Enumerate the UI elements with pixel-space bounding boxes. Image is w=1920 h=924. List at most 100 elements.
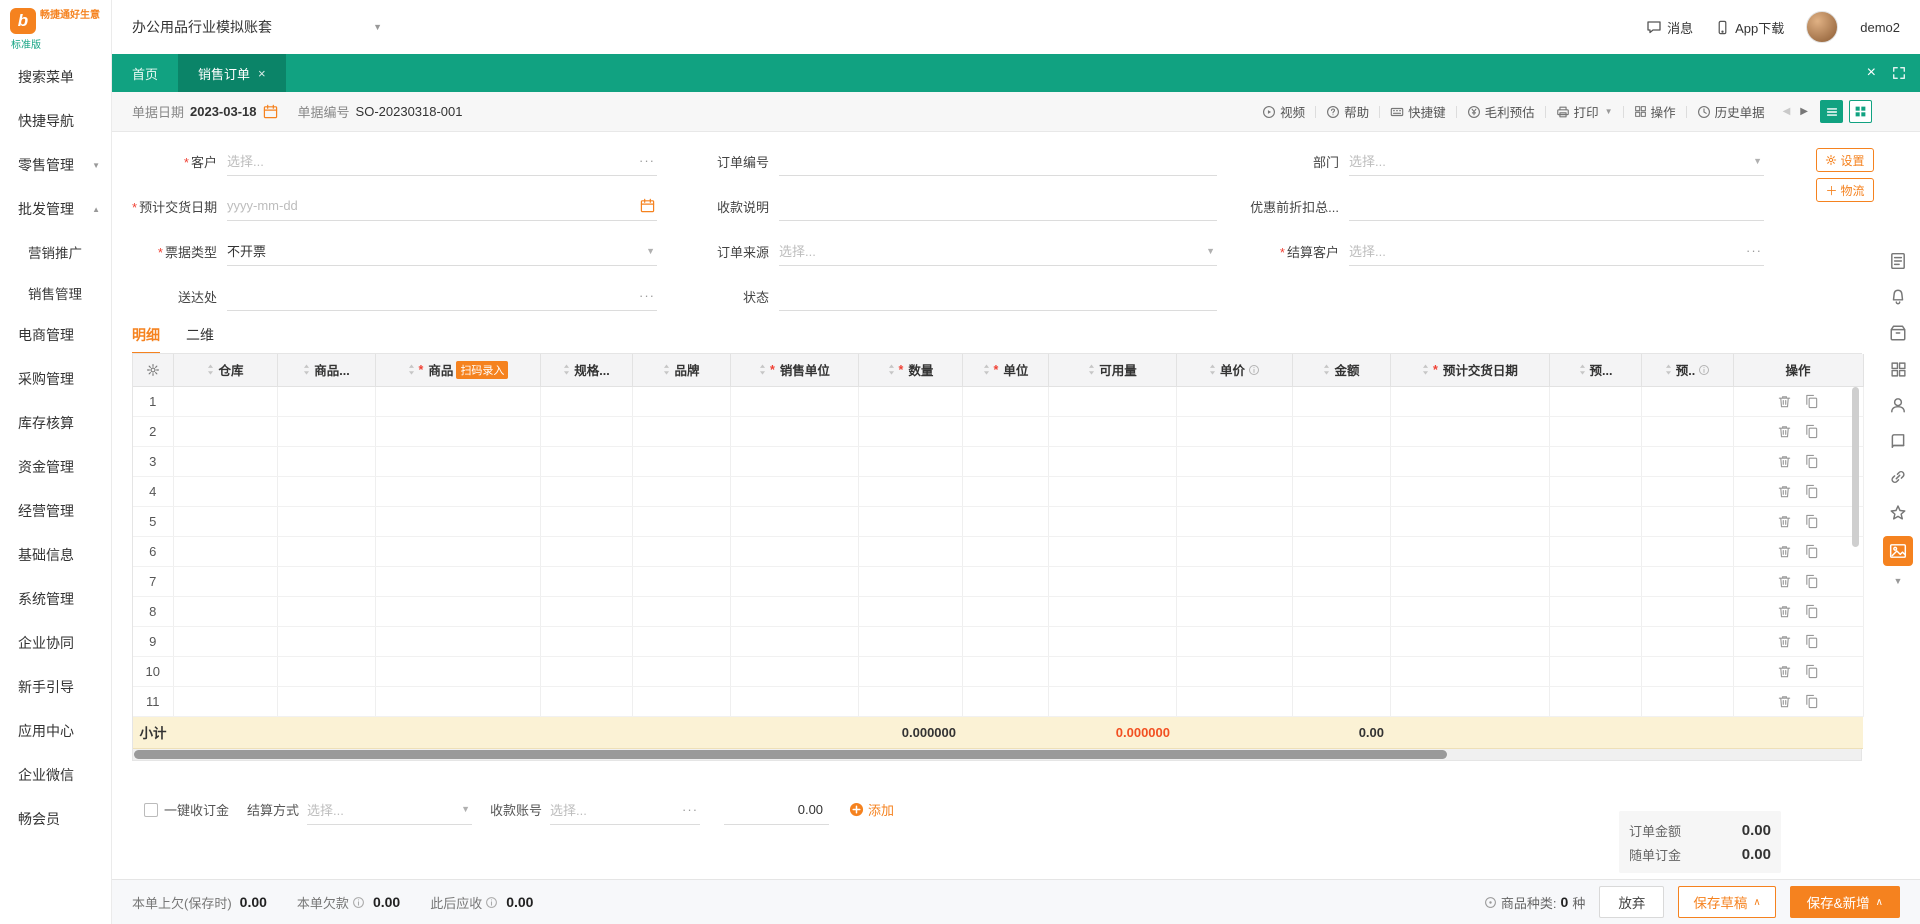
chevron-down-icon[interactable]: ▼ [1753,156,1762,166]
sidebar-item-app-center[interactable]: 应用中心 [0,709,111,753]
cell-amount-r6[interactable] [1292,536,1391,567]
cell-product-r10[interactable] [375,656,541,687]
cell-available-r7[interactable] [1048,566,1177,597]
messages-button[interactable]: 消息 [1646,18,1693,37]
grid-horizontal-scrollbar[interactable] [132,748,1862,761]
sidebar-item-inventory[interactable]: 库存核算 [0,401,111,445]
calendar-icon[interactable] [263,104,278,119]
scroll-right-icon[interactable]: ▶ [1800,106,1808,117]
cell-pre1-r6[interactable] [1549,536,1642,567]
delete-row-icon[interactable] [1777,634,1792,649]
sidebar-item-guide[interactable]: 新手引导 [0,665,111,709]
cell-delivery-date-r9[interactable] [1390,626,1550,657]
cell-price-r1[interactable] [1176,386,1293,417]
chevron-down-icon[interactable]: ▼ [1206,246,1215,256]
logistics-button[interactable]: ＋ 物流 [1816,178,1874,202]
sidebar-item-operation[interactable]: 经营管理 [0,489,111,533]
cell-unit-r3[interactable] [962,446,1049,477]
cell-sales-unit-r11[interactable] [730,686,859,717]
cell-warehouse-r2[interactable] [173,416,278,447]
cell-pre1-r1[interactable] [1549,386,1642,417]
col-header-pre1[interactable]: 预... [1549,354,1642,387]
cell-pre1-r10[interactable] [1549,656,1642,687]
cell-available-r1[interactable] [1048,386,1177,417]
cell-spec-r4[interactable] [540,476,633,507]
col-header-product[interactable]: * 商品 扫码录入 [375,354,541,387]
cell-qty-r8[interactable] [858,596,963,627]
cell-product-r1[interactable] [375,386,541,417]
hscroll-thumb[interactable] [134,749,1448,759]
cell-available-r9[interactable] [1048,626,1177,657]
grid-vertical-scrollbar[interactable] [1851,387,1860,715]
delete-row-icon[interactable] [1777,394,1792,409]
cell-unit-r10[interactable] [962,656,1049,687]
user-avatar[interactable] [1806,11,1839,43]
cell-product-r6[interactable] [375,536,541,567]
cell-spec-r2[interactable] [540,416,633,447]
cell-unit-r9[interactable] [962,626,1049,657]
sidebar-item-quick-nav[interactable]: 快捷导航 [0,99,111,143]
sidebar-item-funds[interactable]: 资金管理 [0,445,111,489]
sidebar-item-sales[interactable]: 销售管理 [0,272,111,313]
cell-available-r8[interactable] [1048,596,1177,627]
cell-amount-r3[interactable] [1292,446,1391,477]
delete-row-icon[interactable] [1777,424,1792,439]
sort-icon[interactable] [1578,363,1587,376]
list-view-toggle[interactable] [1820,100,1843,123]
cell-price-r2[interactable] [1176,416,1293,447]
cell-product-code-r5[interactable] [277,506,376,537]
tab-close-icon[interactable]: × [258,66,266,81]
cell-available-r4[interactable] [1048,476,1177,507]
sidebar-item-purchase[interactable]: 采购管理 [0,357,111,401]
customer-input[interactable]: 选择... ··· [227,146,657,176]
cell-brand-r2[interactable] [632,416,731,447]
cell-product-code-r11[interactable] [277,686,376,717]
col-header-product-code[interactable]: 商品... [277,354,376,387]
dock-link-icon[interactable] [1885,464,1911,490]
cell-price-r6[interactable] [1176,536,1293,567]
sort-icon[interactable] [1664,363,1673,376]
cell-unit-r1[interactable] [962,386,1049,417]
cell-product-code-r3[interactable] [277,446,376,477]
cell-product-code-r6[interactable] [277,536,376,567]
delivery-date-input[interactable]: yyyy-mm-dd [227,191,657,221]
cell-sales-unit-r7[interactable] [730,566,859,597]
cell-warehouse-r1[interactable] [173,386,278,417]
department-select[interactable]: 选择... ▼ [1349,146,1764,176]
cell-spec-r5[interactable] [540,506,633,537]
cell-pre2-r11[interactable] [1641,686,1734,717]
sidebar-item-marketing[interactable]: 营销推广 [0,231,111,272]
cell-pre2-r3[interactable] [1641,446,1734,477]
cell-warehouse-r11[interactable] [173,686,278,717]
cell-product-code-r8[interactable] [277,596,376,627]
sort-icon[interactable] [302,363,311,376]
cell-warehouse-r6[interactable] [173,536,278,567]
cell-brand-r3[interactable] [632,446,731,477]
cell-amount-r7[interactable] [1292,566,1391,597]
cell-spec-r11[interactable] [540,686,633,717]
sort-icon[interactable] [1087,363,1096,376]
cell-delivery-date-r6[interactable] [1390,536,1550,567]
settle-customer-input[interactable]: 选择... ··· [1349,236,1764,266]
cell-qty-r2[interactable] [858,416,963,447]
copy-row-icon[interactable] [1804,664,1819,679]
cell-delivery-date-r8[interactable] [1390,596,1550,627]
cell-price-r11[interactable] [1176,686,1293,717]
cell-product-code-r9[interactable] [277,626,376,657]
copy-row-icon[interactable] [1804,424,1819,439]
calendar-icon[interactable] [640,198,655,213]
sort-icon[interactable] [1322,363,1331,376]
cell-product-code-r4[interactable] [277,476,376,507]
cell-spec-r3[interactable] [540,446,633,477]
cell-spec-r8[interactable] [540,596,633,627]
cancel-button[interactable]: 放弃 [1599,886,1665,918]
copy-row-icon[interactable] [1804,544,1819,559]
cell-qty-r7[interactable] [858,566,963,597]
deposit-amount-input[interactable]: 0.00 [724,795,830,825]
col-header-spec[interactable]: 规格... [540,354,633,387]
cell-available-r3[interactable] [1048,446,1177,477]
cell-qty-r3[interactable] [858,446,963,477]
cell-warehouse-r5[interactable] [173,506,278,537]
cell-price-r10[interactable] [1176,656,1293,687]
cell-product-code-r10[interactable] [277,656,376,687]
